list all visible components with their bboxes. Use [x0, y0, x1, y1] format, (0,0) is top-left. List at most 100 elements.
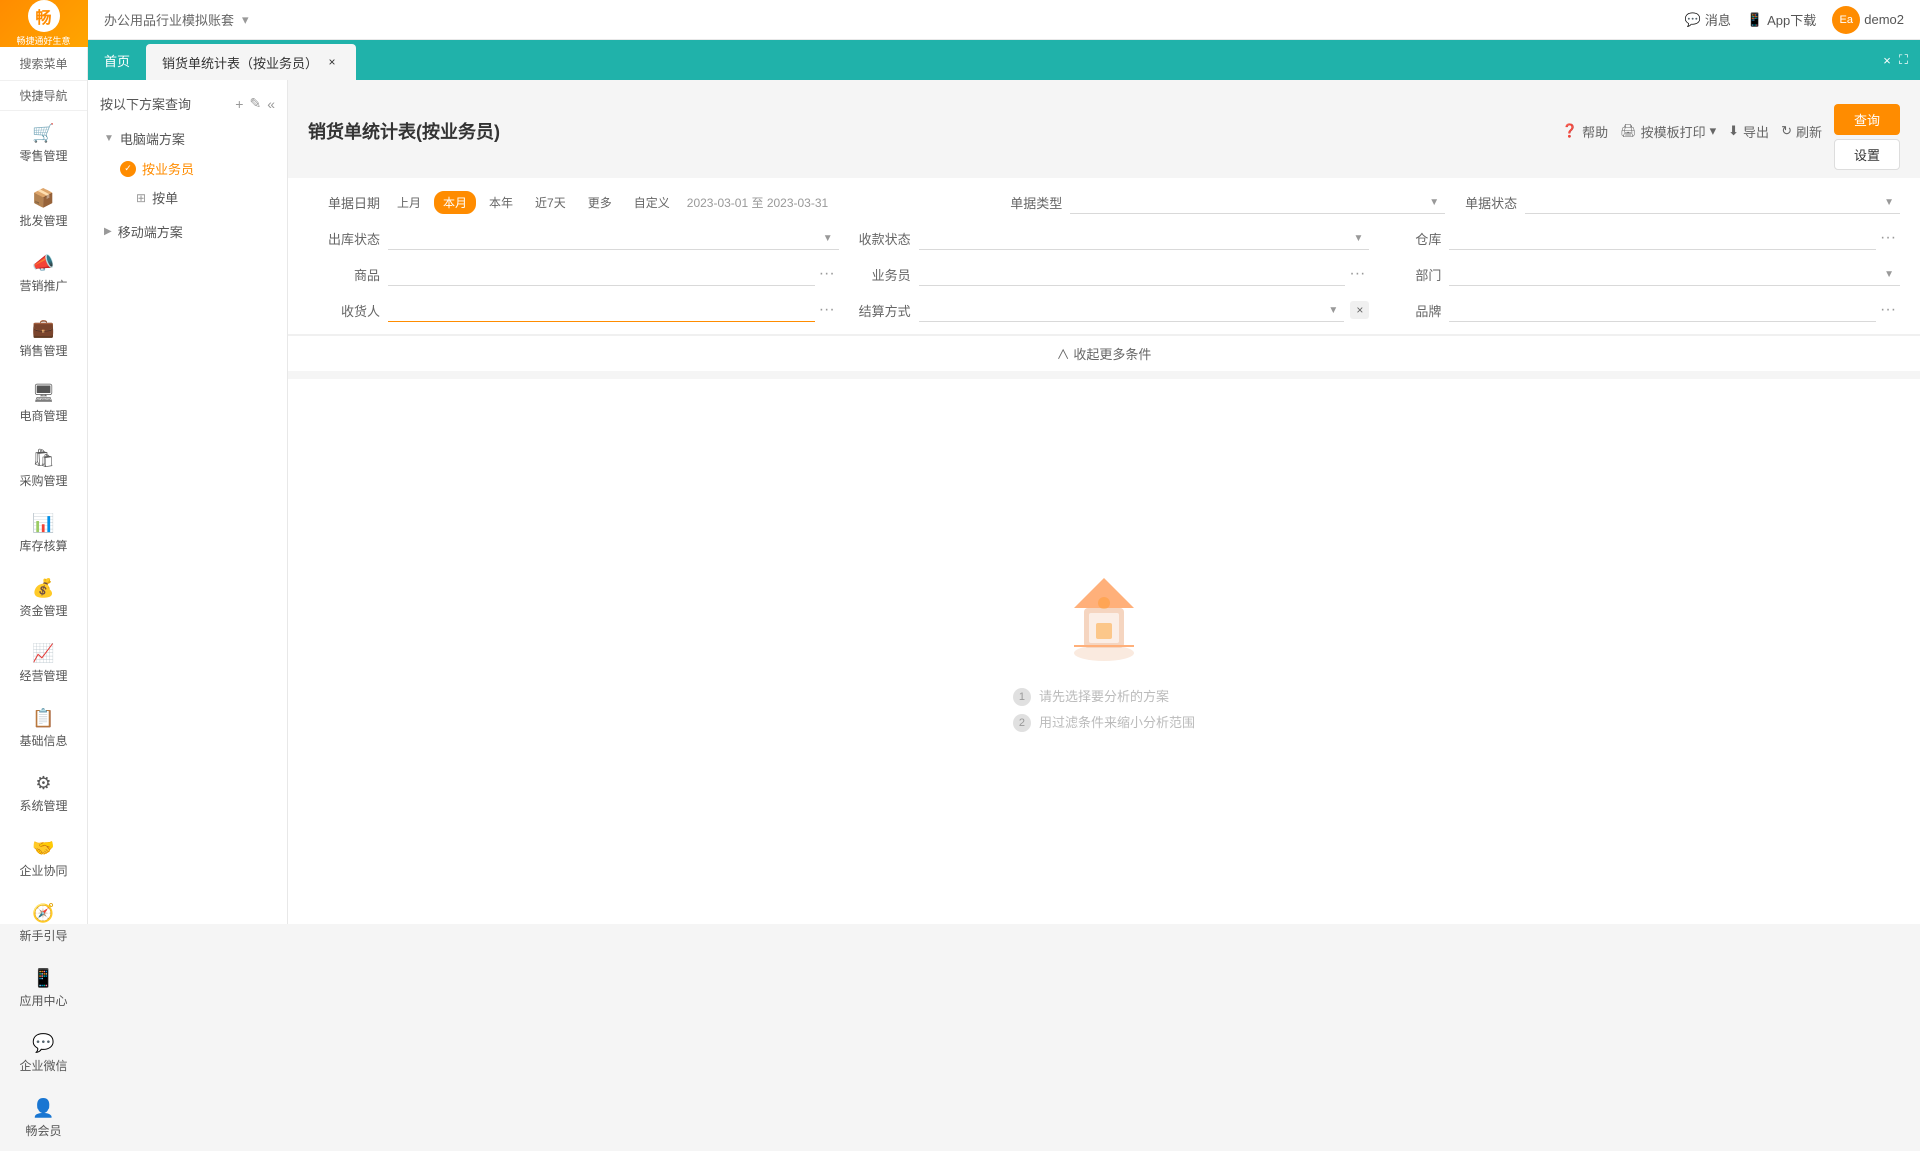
- tab-sales-report[interactable]: 销货单统计表（按业务员） ×: [146, 44, 356, 80]
- sidebar-items: 🛒零售管理📦批发管理📣营销推广💼销售管理🖥电商管理🛍采购管理📊库存核算💰资金管理…: [19, 111, 67, 1151]
- filter-dept: 部门: [1369, 262, 1900, 286]
- date-btn-7days[interactable]: 近7天: [526, 191, 575, 214]
- date-btn-current-month[interactable]: 本月: [434, 191, 476, 214]
- sidebar-item-sales[interactable]: 💼销售管理: [19, 306, 67, 371]
- member-icon: 👤: [32, 1098, 54, 1119]
- out-status-select[interactable]: [388, 226, 839, 250]
- payment-x-icon[interactable]: ×: [1356, 303, 1363, 317]
- tree-child-by-salesperson[interactable]: ✓ 按业务员: [88, 154, 287, 183]
- breadcrumb-arrow[interactable]: ▾: [242, 12, 249, 28]
- tree-subchild-by-order[interactable]: ⊞ 按单: [88, 183, 287, 212]
- avatar: Ea: [1832, 6, 1860, 34]
- date-btn-year[interactable]: 本年: [480, 191, 522, 214]
- warehouse-dots[interactable]: ···: [1876, 229, 1900, 247]
- add-scheme-icon[interactable]: +: [235, 96, 243, 112]
- empty-steps: 1 请先选择要分析的方案 2 用过滤条件来缩小分析范围: [1013, 684, 1195, 736]
- basic-label: 基础信息: [19, 732, 67, 749]
- dept-select[interactable]: [1449, 262, 1900, 286]
- tab-active-label: 销货单统计表（按业务员）: [162, 53, 318, 72]
- tree-label-mobile: 移动端方案: [118, 222, 183, 241]
- sidebar-item-marketing[interactable]: 📣营销推广: [19, 241, 67, 306]
- help-btn[interactable]: ❓ 帮助: [1562, 122, 1608, 141]
- filter-salesperson: 业务员 ···: [839, 262, 1370, 286]
- window-close-icon[interactable]: ×: [1883, 53, 1891, 68]
- system-icon: ⚙: [35, 773, 51, 794]
- salesperson-dots[interactable]: ···: [1345, 265, 1369, 283]
- sidebar-item-basic[interactable]: 📋基础信息: [19, 696, 67, 761]
- date-btn-custom[interactable]: 自定义: [625, 191, 679, 214]
- setting-button[interactable]: 设置: [1834, 139, 1900, 170]
- doc-type-select-wrap: [1070, 190, 1445, 214]
- tabbar: 首页 销货单统计表（按业务员） × × ⛶: [88, 40, 1920, 80]
- sidebar-item-purchase[interactable]: 🛍采购管理: [19, 436, 67, 501]
- collapse-label: 收起更多条件: [1073, 347, 1151, 362]
- brand-input[interactable]: [1449, 298, 1876, 322]
- tree-item-desktop[interactable]: ▼ 电脑端方案: [88, 123, 287, 154]
- sidebar-item-member[interactable]: 👤畅会员: [19, 1086, 67, 1151]
- sidebar: 畅 畅捷通好生意 搜索菜单 快捷导航 🛒零售管理📦批发管理📣营销推广💼销售管理🖥…: [0, 0, 88, 924]
- page-actions: ❓ 帮助 🖨 按模板打印 ▾ ⬇ 导出 ↻: [1562, 122, 1822, 141]
- sidebar-item-inventory[interactable]: 📊库存核算: [19, 501, 67, 566]
- username: demo2: [1864, 12, 1904, 27]
- sidebar-item-finance[interactable]: 💰资金管理: [19, 566, 67, 631]
- sidebar-item-apps[interactable]: 📱应用中心: [19, 956, 67, 1021]
- filter-warehouse: 仓库 ···: [1369, 226, 1900, 250]
- message-label: 消息: [1705, 10, 1731, 29]
- window-max-icon[interactable]: ⛶: [1899, 52, 1908, 68]
- print-btn[interactable]: 🖨 按模板打印 ▾: [1620, 122, 1716, 141]
- receiver-input[interactable]: [388, 298, 815, 322]
- app-download-btn[interactable]: 📱 App下载: [1747, 10, 1816, 29]
- payment-clear-tag[interactable]: ×: [1350, 301, 1369, 319]
- sidebar-nav-shortcut[interactable]: 快捷导航: [0, 81, 87, 111]
- tab-close-icon[interactable]: ×: [324, 54, 340, 70]
- filter-receiver: 收货人 ···: [308, 298, 839, 322]
- wechat-icon: 💬: [32, 1033, 54, 1054]
- order-icon: ⊞: [136, 191, 146, 205]
- warehouse-label: 仓库: [1369, 229, 1449, 248]
- sidebar-item-ecommerce[interactable]: 🖥电商管理: [19, 371, 67, 436]
- goods-input[interactable]: [388, 262, 815, 286]
- ecommerce-icon: 🖥: [32, 383, 55, 404]
- sidebar-item-operations[interactable]: 📈经营管理: [19, 631, 67, 696]
- message-btn[interactable]: 💬 消息: [1685, 10, 1731, 29]
- collapse-panel-icon[interactable]: «: [267, 96, 275, 112]
- tree-item-mobile[interactable]: ▶ 移动端方案: [88, 216, 287, 247]
- doc-type-select[interactable]: [1070, 190, 1445, 214]
- goods-label: 商品: [308, 265, 388, 284]
- salesperson-input[interactable]: [919, 262, 1346, 286]
- sidebar-item-wechat[interactable]: 💬企业微信: [19, 1021, 67, 1086]
- left-panel: 按以下方案查询 + ✎ « ▼ 电脑端方案 ✓ 按业务员 ⊞ 按单: [88, 80, 288, 924]
- sidebar-item-wholesale[interactable]: 📦批发管理: [19, 176, 67, 241]
- date-btn-prev-month[interactable]: 上月: [388, 191, 430, 214]
- enterprise-label: 企业协同: [19, 862, 67, 879]
- topbar-right: 💬 消息 📱 App下载 Ea demo2: [1685, 6, 1904, 34]
- doc-status-select[interactable]: [1525, 190, 1900, 214]
- receipt-status-label: 收款状态: [839, 229, 919, 248]
- collapse-btn[interactable]: ∧ 收起更多条件: [288, 335, 1920, 371]
- tree-label-desktop: 电脑端方案: [120, 129, 185, 148]
- query-button[interactable]: 查询: [1834, 104, 1900, 135]
- print-label: 按模板打印: [1641, 122, 1706, 141]
- sidebar-item-retail[interactable]: 🛒零售管理: [19, 111, 67, 176]
- tree-section: ▼ 电脑端方案 ✓ 按业务员 ⊞ 按单 ▶ 移动端方案: [88, 119, 287, 251]
- payment-select[interactable]: [919, 298, 1345, 322]
- user-profile[interactable]: Ea demo2: [1832, 6, 1904, 34]
- export-btn[interactable]: ⬇ 导出: [1728, 122, 1769, 141]
- receipt-status-select[interactable]: [919, 226, 1370, 250]
- sidebar-item-system[interactable]: ⚙系统管理: [19, 761, 67, 826]
- receiver-dots[interactable]: ···: [815, 301, 839, 319]
- sidebar-item-enterprise[interactable]: 🤝企业协同: [19, 826, 67, 891]
- date-btn-more[interactable]: 更多: [579, 191, 621, 214]
- empty-illustration: [1054, 568, 1154, 668]
- brand-label: 品牌: [1369, 301, 1449, 320]
- sidebar-search[interactable]: 搜索菜单: [0, 47, 87, 81]
- date-range-text: 2023-03-01 至 2023-03-31: [687, 194, 828, 211]
- refresh-btn[interactable]: ↻ 刷新: [1781, 122, 1822, 141]
- wholesale-icon: 📦: [32, 188, 54, 209]
- edit-scheme-icon[interactable]: ✎: [249, 95, 261, 112]
- brand-dots[interactable]: ···: [1876, 301, 1900, 319]
- tab-home[interactable]: 首页: [88, 40, 146, 80]
- warehouse-input[interactable]: [1449, 226, 1876, 250]
- goods-dots[interactable]: ···: [815, 265, 839, 283]
- filter-receipt-status: 收款状态: [839, 226, 1370, 250]
